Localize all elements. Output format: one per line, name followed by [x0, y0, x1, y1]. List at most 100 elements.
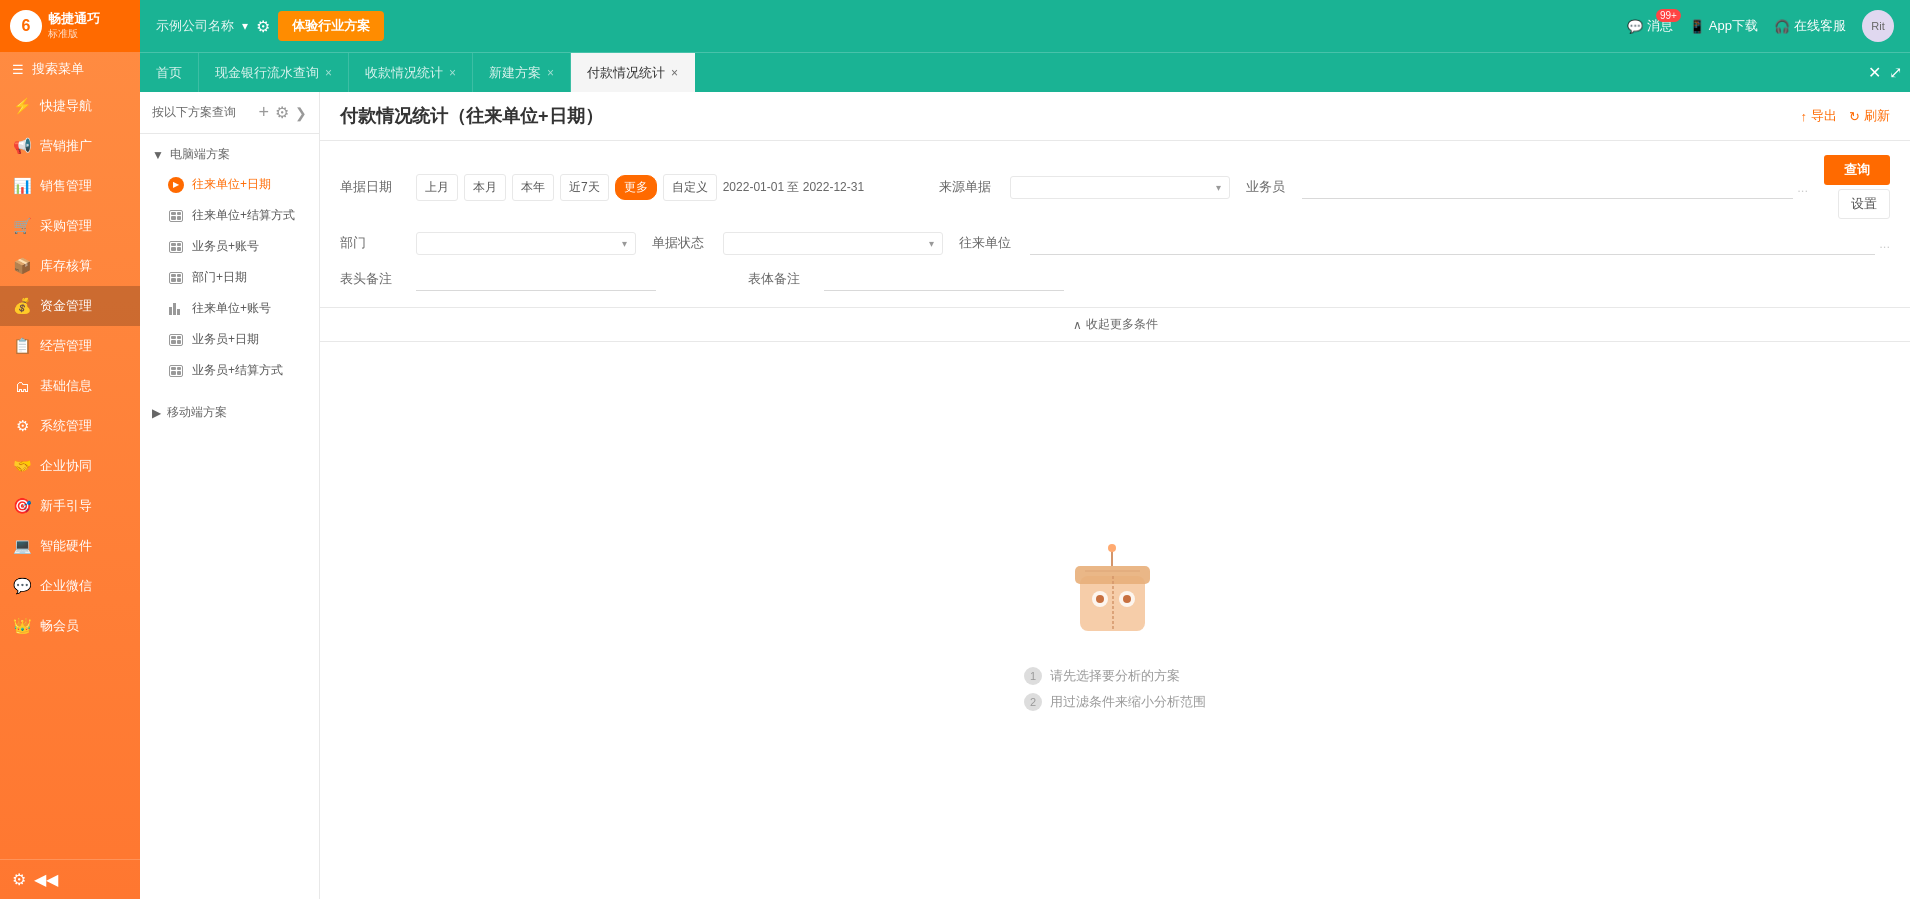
collapse-bar[interactable]: ∧ 收起更多条件: [320, 308, 1910, 342]
desktop-group-arrow: ▼: [152, 148, 164, 162]
tab-new-scheme-close[interactable]: ×: [547, 66, 554, 80]
scheme-staff-settle[interactable]: 业务员+结算方式: [140, 355, 319, 386]
desktop-group-title[interactable]: ▼ 电脑端方案: [140, 140, 319, 169]
page-title: 付款情况统计（往来单位+日期）: [340, 104, 603, 128]
user-avatar[interactable]: Rit: [1862, 10, 1894, 42]
page-header-actions: ↑ 导出 ↻ 刷新: [1801, 107, 1891, 125]
sidebar-item-hardware[interactable]: 💻 智能硬件: [0, 526, 140, 566]
scheme-table2-icon: [168, 239, 184, 255]
tabbar-expand-icon[interactable]: ⤢: [1889, 63, 1902, 82]
query-btn[interactable]: 查询: [1824, 155, 1890, 185]
sidebar-item-finance[interactable]: 💰 资金管理: [0, 286, 140, 326]
tab-receipt-stats[interactable]: 收款情况统计 ×: [349, 53, 473, 93]
mobile-group-title[interactable]: ▶ 移动端方案: [140, 398, 319, 427]
export-btn[interactable]: ↑ 导出: [1801, 107, 1838, 125]
tip-1-text: 请先选择要分析的方案: [1050, 667, 1180, 685]
partner-input[interactable]: [1030, 231, 1875, 255]
settings-btn[interactable]: 设置: [1838, 189, 1890, 219]
messages-btn[interactable]: 💬 消息 99+: [1627, 17, 1673, 35]
tabbar-actions: ✕ ⤢: [1868, 63, 1910, 82]
btn-last-7[interactable]: 近7天: [560, 174, 609, 201]
scheme-settings-icon[interactable]: ⚙: [275, 103, 289, 122]
operation-icon: 📋: [12, 336, 32, 356]
scheme-partner-date[interactable]: ▶ 往来单位+日期: [140, 169, 319, 200]
scheme-staff-date[interactable]: 业务员+日期: [140, 324, 319, 355]
sidebar-item-quick-nav[interactable]: ⚡ 快捷导航: [0, 86, 140, 126]
company-dropdown-icon[interactable]: ▾: [242, 19, 248, 33]
online-service-btn[interactable]: 🎧 在线客服: [1774, 17, 1846, 35]
btn-more[interactable]: 更多: [615, 175, 657, 200]
search-menu[interactable]: ☰ 搜索菜单: [0, 52, 140, 86]
svg-point-8: [1108, 544, 1116, 552]
source-doc-select[interactable]: ▾: [1010, 176, 1230, 199]
partner-field: ...: [1030, 231, 1890, 255]
empty-tips: 1 请先选择要分析的方案 2 用过滤条件来缩小分析范围: [1024, 667, 1206, 711]
tabbar-close-icon[interactable]: ✕: [1868, 63, 1881, 82]
scheme-partner-settle[interactable]: 往来单位+结算方式: [140, 200, 319, 231]
btn-this-year[interactable]: 本年: [512, 174, 554, 201]
left-panel-header: 按以下方案查询 + ⚙ ❯: [140, 92, 319, 134]
table-body-note-input[interactable]: [824, 267, 1064, 291]
scheme-staff-date-label: 业务员+日期: [192, 331, 259, 348]
tab-receipt-stats-close[interactable]: ×: [449, 66, 456, 80]
sidebar-item-guide[interactable]: 🎯 新手引导: [0, 486, 140, 526]
dept-select[interactable]: ▾: [416, 232, 636, 255]
sidebar-item-purchase[interactable]: 🛒 采购管理: [0, 206, 140, 246]
topbar-right: 💬 消息 99+ 📱 App下载 🎧 在线客服 Rit: [1627, 10, 1894, 42]
sidebar-item-weixin[interactable]: 💬 企业微信: [0, 566, 140, 606]
table-header-note-input[interactable]: [416, 267, 656, 291]
inventory-icon: 📦: [12, 256, 32, 276]
tab-bank-flow[interactable]: 现金银行流水查询 ×: [199, 53, 349, 93]
sidebar-item-enterprise[interactable]: 🤝 企业协同: [0, 446, 140, 486]
btn-this-month[interactable]: 本月: [464, 174, 506, 201]
doc-status-select[interactable]: ▾: [723, 232, 943, 255]
sidebar-item-member[interactable]: 👑 畅会员: [0, 606, 140, 646]
topbar-left: 示例公司名称 ▾ ⚙ 体验行业方案: [156, 11, 1615, 41]
tab-home[interactable]: 首页: [140, 53, 199, 93]
app-download-label: App下载: [1709, 17, 1758, 35]
app-name: 畅捷通巧: [48, 11, 100, 28]
sidebar-settings-btn[interactable]: ⚙: [12, 870, 26, 889]
tab-new-scheme[interactable]: 新建方案 ×: [473, 53, 571, 93]
tab-payment-stats[interactable]: 付款情况统计 ×: [571, 53, 695, 93]
staff-input[interactable]: [1302, 175, 1794, 199]
panel-collapse-icon[interactable]: ❯: [295, 105, 307, 121]
mobile-group-arrow: ▶: [152, 406, 161, 420]
refresh-label: 刷新: [1864, 107, 1890, 125]
sidebar-item-label: 经营管理: [40, 337, 92, 355]
chevron-up-icon: ∧: [1073, 318, 1082, 332]
sidebar-logo: 6 畅捷通巧 标准版: [0, 0, 140, 52]
staff-dots[interactable]: ...: [1797, 180, 1808, 195]
scheme-dept-date[interactable]: 部门+日期: [140, 262, 319, 293]
refresh-btn[interactable]: ↻ 刷新: [1849, 107, 1890, 125]
filter-row-2: 部门 ▾ 单据状态 ▾ 往来单位 ...: [340, 231, 1890, 255]
sidebar-item-inventory[interactable]: 📦 库存核算: [0, 246, 140, 286]
filter-actions: 查询 设置: [1824, 155, 1890, 219]
sidebar-item-system[interactable]: ⚙ 系统管理: [0, 406, 140, 446]
topbar: 示例公司名称 ▾ ⚙ 体验行业方案 💬 消息 99+ 📱 App下载 🎧 在线客…: [140, 0, 1910, 52]
add-scheme-icon[interactable]: +: [258, 102, 269, 123]
topbar-gear-icon[interactable]: ⚙: [256, 17, 270, 36]
btn-last-month[interactable]: 上月: [416, 174, 458, 201]
date-label: 单据日期: [340, 178, 400, 196]
btn-custom[interactable]: 自定义: [663, 174, 717, 201]
tab-receipt-stats-label: 收款情况统计: [365, 64, 443, 82]
search-label: 搜索菜单: [32, 60, 84, 78]
partner-dots[interactable]: ...: [1879, 236, 1890, 251]
app-download-icon: 📱: [1689, 19, 1705, 34]
app-download-btn[interactable]: 📱 App下载: [1689, 17, 1758, 35]
sidebar-item-marketing[interactable]: 📢 营销推广: [0, 126, 140, 166]
sidebar-item-operation[interactable]: 📋 经营管理: [0, 326, 140, 366]
scheme-partner-account[interactable]: 往来单位+账号: [140, 293, 319, 324]
sidebar-item-sales[interactable]: 📊 销售管理: [0, 166, 140, 206]
trial-btn[interactable]: 体验行业方案: [278, 11, 384, 41]
purchase-icon: 🛒: [12, 216, 32, 236]
sidebar-item-basic-info[interactable]: 🗂 基础信息: [0, 366, 140, 406]
system-icon: ⚙: [12, 416, 32, 436]
tab-payment-stats-close[interactable]: ×: [671, 66, 678, 80]
tab-bank-flow-close[interactable]: ×: [325, 66, 332, 80]
tip-2-text: 用过滤条件来缩小分析范围: [1050, 693, 1206, 711]
scheme-staff-account[interactable]: 业务员+账号: [140, 231, 319, 262]
left-panel-header-icons: + ⚙ ❯: [258, 102, 307, 123]
sidebar-collapse-btn[interactable]: ◀◀: [34, 870, 58, 889]
